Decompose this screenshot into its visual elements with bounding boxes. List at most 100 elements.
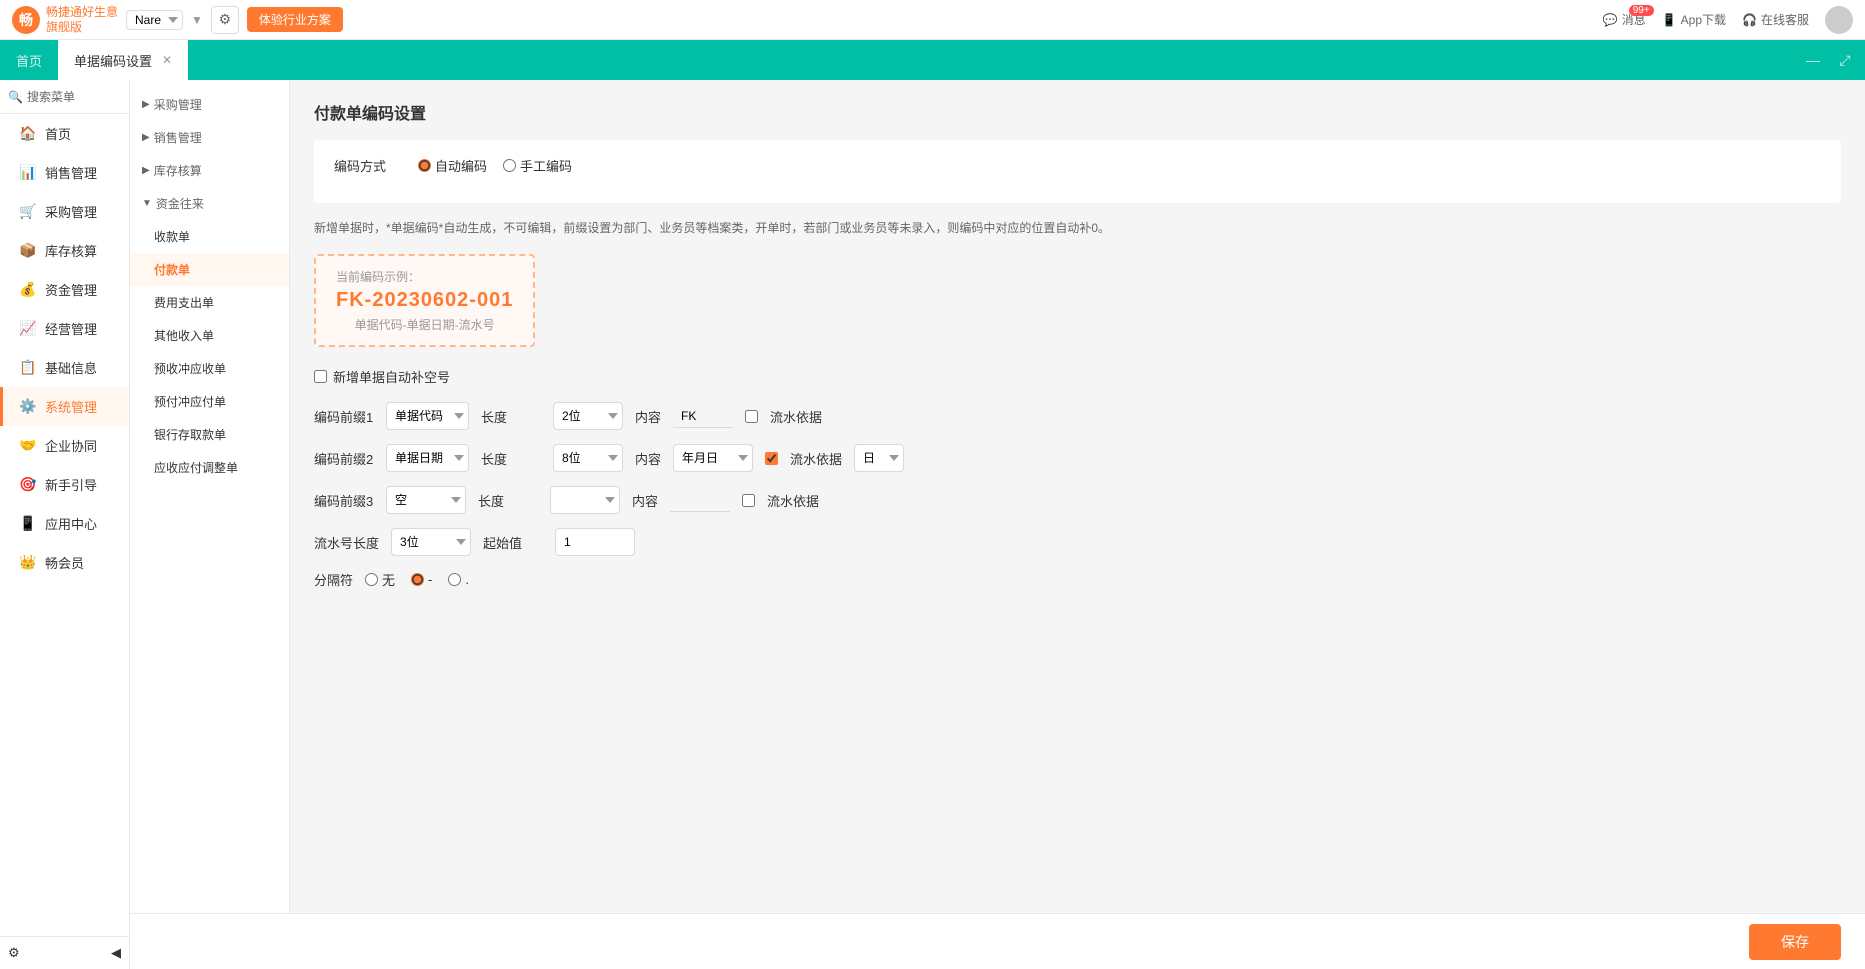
prefix1-waterfall-label: 流水依据: [770, 407, 822, 426]
encode-method-row: 编码方式 自动编码 手工编码: [334, 156, 1821, 175]
prefix3-length-select[interactable]: [550, 486, 620, 514]
sidebar-settings-icon[interactable]: ⚙: [8, 945, 20, 961]
purchase-icon: 🛒: [19, 203, 37, 221]
prefix2-length-label: 长度: [481, 449, 541, 468]
menu-item-payment[interactable]: 付款单: [130, 253, 289, 286]
sidebar-item-enterprise[interactable]: 🤝 企业协同: [0, 426, 129, 465]
prefix3-select[interactable]: 空: [386, 486, 466, 514]
menu-header-inventory[interactable]: ▶ 库存核算: [130, 154, 289, 187]
auto-encode-option[interactable]: 自动编码: [418, 156, 487, 175]
message-badge: 99+: [1629, 5, 1654, 16]
apps-icon: 📱: [19, 515, 37, 533]
sidebar-item-inventory[interactable]: 📦 库存核算: [0, 231, 129, 270]
example-label: 当前编码示例：: [336, 268, 513, 285]
app-download-button[interactable]: 📱 App下载: [1662, 11, 1726, 28]
menu-item-pre-payment[interactable]: 预付冲应付单: [130, 385, 289, 418]
left-sidebar: 🔍 搜索菜单 🏠 首页 📊 销售管理 🛒 采购管理 📦 库存核算 💰 资金管理 …: [0, 80, 130, 969]
info-text: 新增单据时，*单据编码*自动生成，不可编辑，前缀设置为部门、业务员等档案类，开单…: [314, 219, 1841, 238]
serial-row: 流水号长度 3位 起始值: [314, 528, 1841, 556]
company-select[interactable]: Nare: [126, 10, 183, 30]
prefix1-length-select[interactable]: 2位: [553, 402, 623, 430]
menu-header-purchase[interactable]: ▶ 采购管理: [130, 88, 289, 121]
inner-sidebar: ▶ 采购管理 ▶ 销售管理 ▶ 库存核算: [130, 80, 290, 913]
tab-bar: 首页 单据编码设置 ✕ — ⤢: [0, 40, 1865, 80]
maximize-button[interactable]: ⤢: [1833, 48, 1857, 72]
serial-length-select[interactable]: 3位: [391, 528, 471, 556]
encode-method-radio-group: 自动编码 手工编码: [418, 156, 572, 175]
menu-item-bank-deposit[interactable]: 银行存取款单: [130, 418, 289, 451]
prefix2-granularity-select[interactable]: 日: [854, 444, 904, 472]
menu-item-adjust[interactable]: 应收应付调整单: [130, 451, 289, 484]
separator-dot-option[interactable]: -: [411, 572, 432, 587]
operation-icon: 📈: [19, 320, 37, 338]
sidebar-item-basic[interactable]: 📋 基础信息: [0, 348, 129, 387]
online-service-button[interactable]: 🎧 在线客服: [1742, 11, 1809, 28]
menu-item-pre-receipt[interactable]: 预收冲应收单: [130, 352, 289, 385]
prefix3-length-label: 长度: [478, 491, 538, 510]
system-icon: ⚙️: [19, 398, 37, 416]
menu-header-sales[interactable]: ▶ 销售管理: [130, 121, 289, 154]
page-title: 付款单编码设置: [314, 100, 1841, 124]
separator-dot-radio[interactable]: [411, 573, 424, 586]
brand-text: 畅捷通好生意 旗舰版: [46, 5, 118, 34]
serial-length-label: 流水号长度: [314, 533, 379, 552]
chevron-down-icon: ▼: [142, 198, 152, 209]
manual-encode-option[interactable]: 手工编码: [503, 156, 572, 175]
home-icon: 🏠: [19, 125, 37, 143]
sidebar-item-guide[interactable]: 🎯 新手引导: [0, 465, 129, 504]
menu-header-finance[interactable]: ▼ 资金往来: [130, 187, 289, 220]
tab-encode-settings[interactable]: 单据编码设置 ✕: [58, 40, 188, 80]
sidebar-item-home[interactable]: 🏠 首页: [0, 114, 129, 153]
separator-dot2-radio[interactable]: [448, 573, 461, 586]
user-avatar[interactable]: [1825, 6, 1853, 34]
app-icon: 📱: [1662, 13, 1677, 27]
sidebar-item-member[interactable]: 👑 畅会员: [0, 543, 129, 582]
prefix1-select[interactable]: 单据代码: [386, 402, 469, 430]
separator-none-radio[interactable]: [365, 573, 378, 586]
sidebar-item-operation[interactable]: 📈 经营管理: [0, 309, 129, 348]
auto-encode-radio[interactable]: [418, 159, 431, 172]
sidebar-item-system[interactable]: ⚙️ 系统管理: [0, 387, 129, 426]
message-icon: 💬: [1603, 13, 1618, 27]
separator-none-option[interactable]: 无: [365, 570, 395, 589]
prefix3-waterfall-checkbox[interactable]: [742, 494, 755, 507]
prefix1-waterfall-checkbox[interactable]: [745, 410, 758, 423]
sidebar-item-apps[interactable]: 📱 应用中心: [0, 504, 129, 543]
tab-close-icon[interactable]: ✕: [162, 53, 172, 67]
sidebar-item-purchase[interactable]: 🛒 采购管理: [0, 192, 129, 231]
minimize-button[interactable]: —: [1801, 48, 1825, 72]
sidebar-item-finance[interactable]: 💰 资金管理: [0, 270, 129, 309]
main-content: 付款单编码设置 编码方式 自动编码 手工编码: [290, 80, 1865, 913]
manual-encode-radio[interactable]: [503, 159, 516, 172]
search-menu-button[interactable]: 🔍 搜索菜单: [0, 80, 129, 114]
top-bar-right: 💬 消息 99+ 📱 App下载 🎧 在线客服: [1603, 6, 1853, 34]
prefix2-content-select[interactable]: 年月日: [673, 444, 753, 472]
inventory-icon: 📦: [19, 242, 37, 260]
try-industry-button[interactable]: 体验行业方案: [247, 7, 343, 32]
settings-button[interactable]: ⚙: [211, 6, 239, 34]
prefix2-length-select[interactable]: 8位: [553, 444, 623, 472]
message-button[interactable]: 💬 消息 99+: [1603, 11, 1646, 28]
menu-item-other-income[interactable]: 其他收入单: [130, 319, 289, 352]
menu-item-receipt[interactable]: 收款单: [130, 220, 289, 253]
menu-item-expense[interactable]: 费用支出单: [130, 286, 289, 319]
auto-fill-checkbox[interactable]: [314, 370, 327, 383]
tab-home[interactable]: 首页: [0, 40, 58, 80]
prefix1-content-input: [673, 405, 733, 428]
prefix3-waterfall-label: 流水依据: [767, 491, 819, 510]
prefix2-waterfall-checkbox[interactable]: [765, 452, 778, 465]
enterprise-icon: 🤝: [19, 437, 37, 455]
example-desc: 单据代码-单据日期-流水号: [336, 316, 513, 333]
prefix1-row: 编码前缀1 单据代码 长度 2位 内容 流水依据: [314, 402, 1841, 430]
prefix2-select[interactable]: 单据日期: [386, 444, 469, 472]
prefix2-label: 编码前缀2: [314, 449, 374, 468]
sidebar-item-sales[interactable]: 📊 销售管理: [0, 153, 129, 192]
example-code: FK-20230602-001: [336, 289, 513, 312]
menu-group-purchase: ▶ 采购管理: [130, 88, 289, 121]
start-value-input[interactable]: [555, 528, 635, 556]
save-button[interactable]: 保存: [1749, 924, 1841, 960]
sidebar-collapse-icon[interactable]: ◀: [111, 945, 121, 961]
chevron-right-icon: ▶: [142, 165, 150, 176]
prefix2-row: 编码前缀2 单据日期 长度 8位 内容 年月日 流水依据 日: [314, 444, 1841, 472]
separator-dot2-option[interactable]: .: [448, 572, 469, 587]
